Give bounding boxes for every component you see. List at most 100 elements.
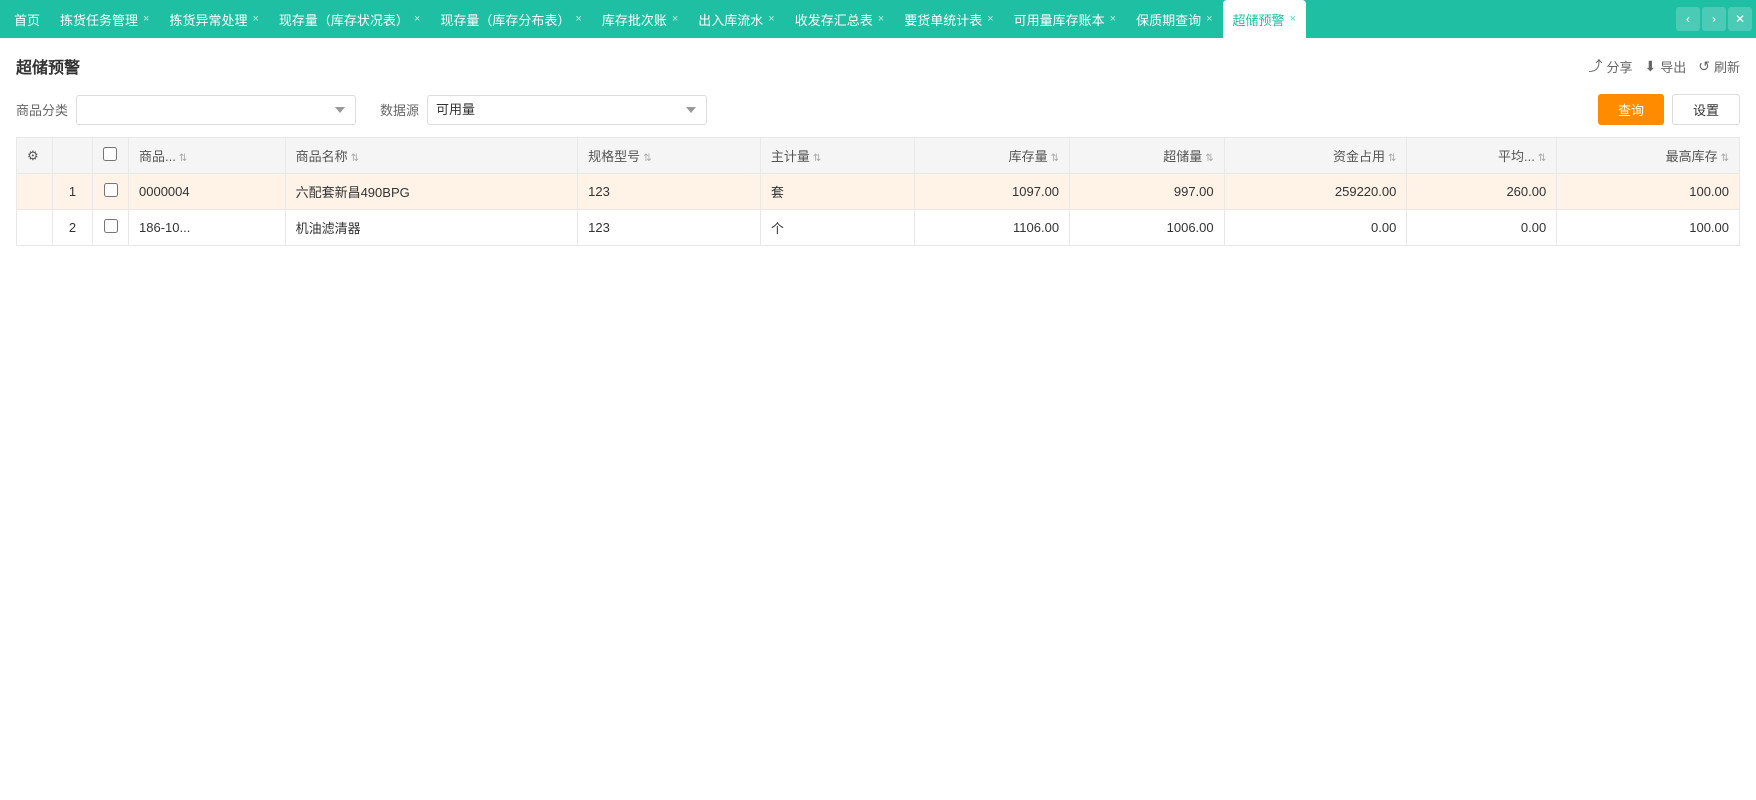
topbar: 首页拣货任务管理 ×拣货异常处理 ×现存量（库存状况表） ×现存量（库存分布表）… [0, 0, 1756, 38]
td-capital: 0.00 [1224, 210, 1407, 246]
close-tab-icon[interactable]: × [1110, 13, 1116, 25]
close-tab-icon[interactable]: × [143, 13, 149, 25]
topbar-item-label: 超储预警 [1233, 10, 1285, 29]
td-overstock: 1006.00 [1070, 210, 1225, 246]
topbar-item-batch[interactable]: 库存批次账 × [592, 0, 688, 38]
td-checkbox [93, 174, 129, 210]
td-max-stock: 100.00 [1557, 210, 1740, 246]
header-actions: ⤴ 分享 ⬇ 导出 ↺ 刷新 [1588, 56, 1740, 76]
sort-icon-max-stock: ⇅ [1721, 153, 1729, 164]
th-stock[interactable]: 库存量⇅ [915, 138, 1070, 174]
category-label: 商品分类 [16, 100, 68, 119]
category-select[interactable] [76, 95, 356, 125]
th-overstock[interactable]: 超储量⇅ [1070, 138, 1225, 174]
td-product-name: 机油滤清器 [285, 210, 578, 246]
nav-prev-button[interactable]: ‹ [1676, 7, 1700, 31]
topbar-item-label: 收发存汇总表 [795, 10, 873, 29]
table-header: ⚙ 商品...⇅ 商品名称⇅ 规格型号⇅ 主计量⇅ [17, 138, 1740, 174]
topbar-item-label: 库存批次账 [602, 10, 667, 29]
settings-button[interactable]: 设置 [1672, 94, 1740, 125]
topbar-item-overstock[interactable]: 超储预警 × [1223, 0, 1306, 38]
sort-icon-spec: ⇅ [643, 153, 651, 164]
th-product-name[interactable]: 商品名称⇅ [285, 138, 578, 174]
nav-close-button[interactable]: ✕ [1728, 7, 1752, 31]
data-table: ⚙ 商品...⇅ 商品名称⇅ 规格型号⇅ 主计量⇅ [16, 137, 1740, 246]
sort-icon-stock: ⇅ [1051, 153, 1059, 164]
close-tab-icon[interactable]: × [1290, 13, 1296, 25]
td-index: 2 [53, 210, 93, 246]
close-tab-icon[interactable]: × [878, 13, 884, 25]
datasource-filter-group: 数据源 可用量 库存量 [380, 95, 707, 125]
close-tab-icon[interactable]: × [252, 13, 258, 25]
topbar-item-task-mgmt[interactable]: 拣货任务管理 × [50, 0, 159, 38]
topbar-item-label: 拣货任务管理 [60, 10, 138, 29]
topbar-item-label: 要货单统计表 [904, 10, 982, 29]
datasource-select[interactable]: 可用量 库存量 [427, 95, 707, 125]
td-overstock: 997.00 [1070, 174, 1225, 210]
th-spec[interactable]: 规格型号⇅ [578, 138, 761, 174]
topbar-item-collect[interactable]: 收发存汇总表 × [785, 0, 894, 38]
sort-icon-product-code: ⇅ [179, 153, 187, 164]
td-index: 1 [53, 174, 93, 210]
td-stock: 1106.00 [915, 210, 1070, 246]
row-checkbox[interactable] [104, 219, 118, 233]
td-unit: 套 [760, 174, 915, 210]
th-avg[interactable]: 平均...⇅ [1407, 138, 1557, 174]
td-spec: 123 [578, 174, 761, 210]
th-capital[interactable]: 资金占用⇅ [1224, 138, 1407, 174]
query-button[interactable]: 查询 [1598, 94, 1664, 125]
topbar-item-quality[interactable]: 保质期查询 × [1126, 0, 1222, 38]
header-checkbox[interactable] [103, 147, 117, 161]
close-tab-icon[interactable]: × [575, 13, 581, 25]
topbar-item-avail-stock[interactable]: 可用量库存账本 × [1004, 0, 1126, 38]
th-unit[interactable]: 主计量⇅ [760, 138, 915, 174]
sort-icon-capital: ⇅ [1388, 153, 1396, 164]
close-tab-icon[interactable]: × [987, 13, 993, 25]
td-spec: 123 [578, 210, 761, 246]
td-product-name: 六配套新昌490BPG [285, 174, 578, 210]
td-product-code: 186-10... [129, 210, 286, 246]
topbar-item-label: 首页 [14, 10, 40, 29]
td-unit: 个 [760, 210, 915, 246]
topbar-item-label: 出入库流水 [698, 10, 763, 29]
topbar-item-stock-status[interactable]: 现存量（库存状况表） × [269, 0, 430, 38]
refresh-button[interactable]: ↺ 刷新 [1698, 57, 1740, 76]
td-max-stock: 100.00 [1557, 174, 1740, 210]
topbar-item-abnormal[interactable]: 拣货异常处理 × [159, 0, 268, 38]
sort-icon-avg: ⇅ [1538, 153, 1546, 164]
td-stock: 1097.00 [915, 174, 1070, 210]
sort-icon-overstock: ⇅ [1205, 153, 1213, 164]
td-gear [17, 174, 53, 210]
nav-next-button[interactable]: › [1702, 7, 1726, 31]
close-tab-icon[interactable]: × [414, 13, 420, 25]
topbar-item-home[interactable]: 首页 [4, 0, 50, 38]
th-index [53, 138, 93, 174]
topbar-item-inout[interactable]: 出入库流水 × [688, 0, 784, 38]
td-gear [17, 210, 53, 246]
category-filter-group: 商品分类 [16, 95, 356, 125]
table-row: 1 0000004 六配套新昌490BPG 123 套 1097.00 997.… [17, 174, 1740, 210]
topbar-item-label: 可用量库存账本 [1014, 10, 1105, 29]
close-tab-icon[interactable]: × [1206, 13, 1212, 25]
export-button[interactable]: ⬇ 导出 [1645, 57, 1687, 76]
row-checkbox[interactable] [104, 183, 118, 197]
page-header: 超储预警 ⤴ 分享 ⬇ 导出 ↺ 刷新 [16, 54, 1740, 78]
table-body: 1 0000004 六配套新昌490BPG 123 套 1097.00 997.… [17, 174, 1740, 246]
th-max-stock[interactable]: 最高库存⇅ [1557, 138, 1740, 174]
close-tab-icon[interactable]: × [672, 13, 678, 25]
main-content: 超储预警 ⤴ 分享 ⬇ 导出 ↺ 刷新 商品分类 数据源 [0, 38, 1756, 800]
topbar-item-label: 现存量（库存分布表） [440, 10, 570, 29]
share-icon: ⤴ [1588, 56, 1602, 76]
share-button[interactable]: ⤴ 分享 [1588, 56, 1632, 76]
topbar-item-order-stat[interactable]: 要货单统计表 × [894, 0, 1003, 38]
filter-btn-group: 查询 设置 [1598, 94, 1740, 125]
close-tab-icon[interactable]: × [768, 13, 774, 25]
th-checkbox [93, 138, 129, 174]
gear-icon[interactable]: ⚙ [27, 148, 39, 163]
topbar-item-label: 保质期查询 [1136, 10, 1201, 29]
export-icon: ⬇ [1645, 58, 1657, 75]
topbar-item-stock-dist[interactable]: 现存量（库存分布表） × [430, 0, 591, 38]
topbar-nav-arrows: ‹ › ✕ [1676, 7, 1752, 31]
th-product-code[interactable]: 商品...⇅ [129, 138, 286, 174]
datasource-label: 数据源 [380, 100, 419, 119]
